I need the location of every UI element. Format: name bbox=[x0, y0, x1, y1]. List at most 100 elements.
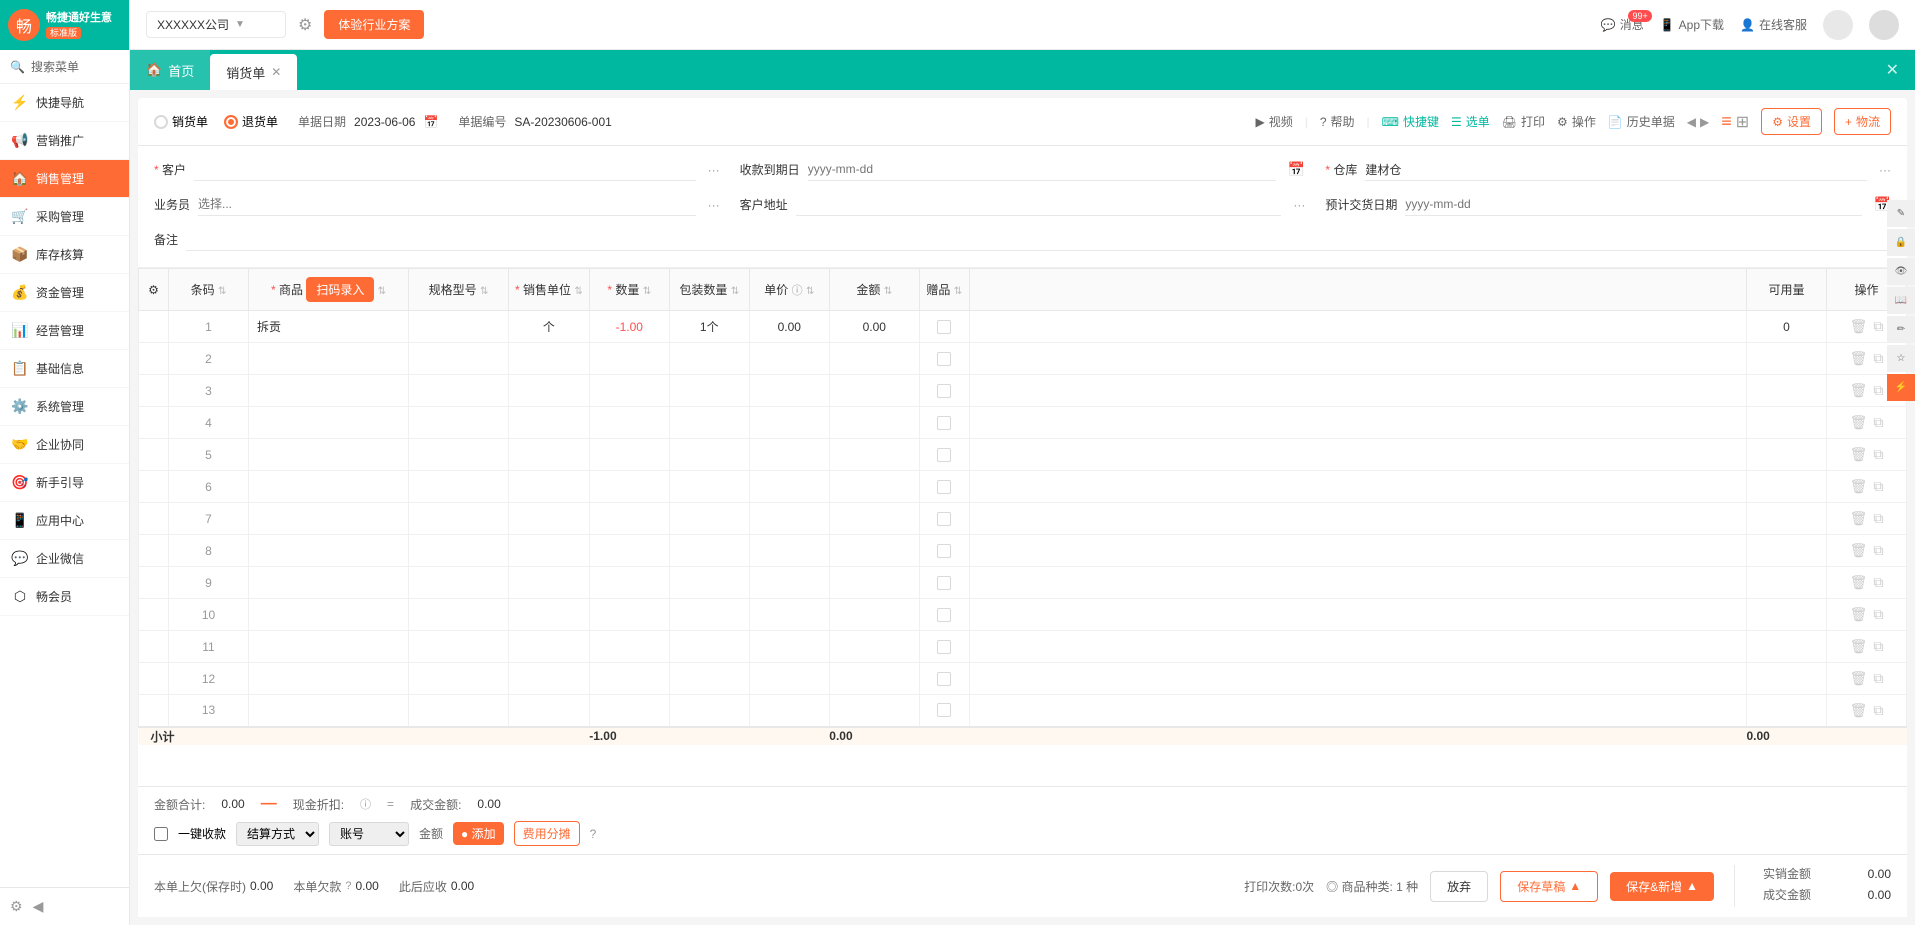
delete-row-11-icon[interactable]: 🗑 bbox=[1850, 638, 1868, 655]
shortcut-btn[interactable]: ⌨ 快捷键 bbox=[1382, 113, 1439, 130]
cell-spec-6[interactable] bbox=[409, 471, 509, 503]
cell-remark-10[interactable] bbox=[969, 599, 1746, 631]
gift-checkbox-11[interactable] bbox=[937, 640, 951, 654]
cell-spec-3[interactable] bbox=[409, 375, 509, 407]
cell-unit-1[interactable]: 个 bbox=[509, 311, 590, 343]
cell-gift-9[interactable] bbox=[919, 567, 969, 599]
address-input[interactable] bbox=[796, 193, 1282, 216]
cell-amount-9[interactable] bbox=[829, 567, 919, 599]
cell-price-3[interactable] bbox=[749, 375, 829, 407]
copy-row-6-icon[interactable]: ⧉ bbox=[1873, 478, 1883, 495]
cell-unit-8[interactable] bbox=[509, 535, 590, 567]
payment-method-select[interactable]: 结算方式 bbox=[236, 822, 319, 846]
float-action-btn[interactable]: ⚡ bbox=[1887, 374, 1915, 401]
copy-row-12-icon[interactable]: ⧉ bbox=[1873, 670, 1883, 687]
cell-spec-7[interactable] bbox=[409, 503, 509, 535]
cell-qty-6[interactable] bbox=[589, 471, 669, 503]
cell-product-7[interactable] bbox=[249, 503, 409, 535]
logistics-button[interactable]: + 物流 bbox=[1834, 108, 1891, 135]
sidebar-item-inventory[interactable]: 📦 库存核算 bbox=[0, 236, 129, 274]
radio-return-order[interactable]: 退货单 bbox=[224, 113, 278, 130]
copy-row-11-icon[interactable]: ⧉ bbox=[1873, 638, 1883, 655]
list-view-icon[interactable]: ≡ bbox=[1721, 111, 1732, 132]
cell-price-12[interactable] bbox=[749, 663, 829, 695]
cell-pkgqty-9[interactable] bbox=[669, 567, 749, 599]
cell-price-4[interactable] bbox=[749, 407, 829, 439]
sidebar-item-member[interactable]: ⬡ 畅会员 bbox=[0, 578, 129, 616]
cell-remark-3[interactable] bbox=[969, 375, 1746, 407]
cell-spec-2[interactable] bbox=[409, 343, 509, 375]
collapse-icon[interactable]: ◀ bbox=[33, 898, 44, 915]
cell-amount-2[interactable] bbox=[829, 343, 919, 375]
cell-unit-4[interactable] bbox=[509, 407, 590, 439]
sidebar-item-capital[interactable]: 💰 资金管理 bbox=[0, 274, 129, 312]
sidebar-item-apps[interactable]: 📱 应用中心 bbox=[0, 502, 129, 540]
cell-pkgqty-1[interactable]: 1个 bbox=[669, 311, 749, 343]
cell-qty-5[interactable] bbox=[589, 439, 669, 471]
cell-amount-5[interactable] bbox=[829, 439, 919, 471]
cell-qty-8[interactable] bbox=[589, 535, 669, 567]
cell-amount-11[interactable] bbox=[829, 631, 919, 663]
cell-gift-5[interactable] bbox=[919, 439, 969, 471]
copy-row-10-icon[interactable]: ⧉ bbox=[1873, 606, 1883, 623]
cell-qty-12[interactable] bbox=[589, 663, 669, 695]
cell-remark-6[interactable] bbox=[969, 471, 1746, 503]
save-new-button[interactable]: 保存&新增 ▲ bbox=[1610, 872, 1714, 901]
save-draft-button[interactable]: 保存草稿 ▲ bbox=[1500, 871, 1598, 902]
delete-row-8-icon[interactable]: 🗑 bbox=[1850, 542, 1868, 559]
th-qty[interactable]: * 数量 ⇅ bbox=[589, 269, 669, 311]
video-btn[interactable]: ▶ 视频 bbox=[1255, 113, 1292, 130]
tab-close-icon[interactable]: ✕ bbox=[271, 65, 281, 79]
cell-qty-13[interactable] bbox=[589, 695, 669, 727]
user-avatar[interactable] bbox=[1823, 10, 1853, 40]
customer-input[interactable] bbox=[194, 158, 696, 181]
cell-price-2[interactable] bbox=[749, 343, 829, 375]
copy-row-3-icon[interactable]: ⧉ bbox=[1873, 382, 1883, 399]
cell-spec-8[interactable] bbox=[409, 535, 509, 567]
cell-qty-2[interactable] bbox=[589, 343, 669, 375]
select-btn[interactable]: ☰ 选单 bbox=[1451, 113, 1490, 130]
gift-checkbox-4[interactable] bbox=[937, 416, 951, 430]
delete-row-1-icon[interactable]: 🗑 bbox=[1850, 318, 1868, 335]
cell-unit-2[interactable] bbox=[509, 343, 590, 375]
cell-qty-1[interactable]: -1.00 bbox=[589, 311, 669, 343]
gift-checkbox-2[interactable] bbox=[937, 352, 951, 366]
sidebar-item-guide[interactable]: 🎯 新手引导 bbox=[0, 464, 129, 502]
cell-gift-11[interactable] bbox=[919, 631, 969, 663]
float-lock-btn[interactable]: 🔒 bbox=[1887, 229, 1915, 256]
warehouse-expand-icon[interactable]: ··· bbox=[1879, 163, 1891, 177]
discard-button[interactable]: 放弃 bbox=[1430, 871, 1488, 902]
expense-split-button[interactable]: 费用分摊 bbox=[514, 821, 580, 846]
cell-product-2[interactable] bbox=[249, 343, 409, 375]
online-service-button[interactable]: 👤 在线客服 bbox=[1740, 16, 1807, 33]
add-payment-button[interactable]: ● 添加 bbox=[453, 822, 504, 845]
cell-pkgqty-13[interactable] bbox=[669, 695, 749, 727]
cell-amount-4[interactable] bbox=[829, 407, 919, 439]
th-barcode[interactable]: 条码 ⇅ bbox=[169, 269, 249, 311]
cell-remark-2[interactable] bbox=[969, 343, 1746, 375]
price-info-icon[interactable]: ⓘ bbox=[792, 285, 803, 297]
cell-product-3[interactable] bbox=[249, 375, 409, 407]
sidebar-item-operations[interactable]: 📊 经营管理 bbox=[0, 312, 129, 350]
delete-row-9-icon[interactable]: 🗑 bbox=[1850, 574, 1868, 591]
help-btn[interactable]: ? 帮助 bbox=[1320, 113, 1355, 130]
copy-row-1-icon[interactable]: ⧉ bbox=[1873, 318, 1883, 335]
cell-pkgqty-2[interactable] bbox=[669, 343, 749, 375]
copy-row-2-icon[interactable]: ⧉ bbox=[1873, 350, 1883, 367]
cell-spec-12[interactable] bbox=[409, 663, 509, 695]
cell-gift-13[interactable] bbox=[919, 695, 969, 727]
sidebar-item-basic[interactable]: 📋 基础信息 bbox=[0, 350, 129, 388]
cell-product-1[interactable]: 拆贡 bbox=[249, 311, 409, 343]
notes-input[interactable] bbox=[186, 228, 1891, 251]
cell-pkgqty-4[interactable] bbox=[669, 407, 749, 439]
cell-unit-11[interactable] bbox=[509, 631, 590, 663]
cell-remark-1[interactable] bbox=[969, 311, 1746, 343]
cell-price-1[interactable]: 0.00 bbox=[749, 311, 829, 343]
cell-remark-5[interactable] bbox=[969, 439, 1746, 471]
gift-checkbox-3[interactable] bbox=[937, 384, 951, 398]
cell-amount-13[interactable] bbox=[829, 695, 919, 727]
history-btn[interactable]: 📄 历史单据 bbox=[1608, 113, 1675, 130]
cell-remark-8[interactable] bbox=[969, 535, 1746, 567]
cell-gift-7[interactable] bbox=[919, 503, 969, 535]
cell-product-8[interactable] bbox=[249, 535, 409, 567]
